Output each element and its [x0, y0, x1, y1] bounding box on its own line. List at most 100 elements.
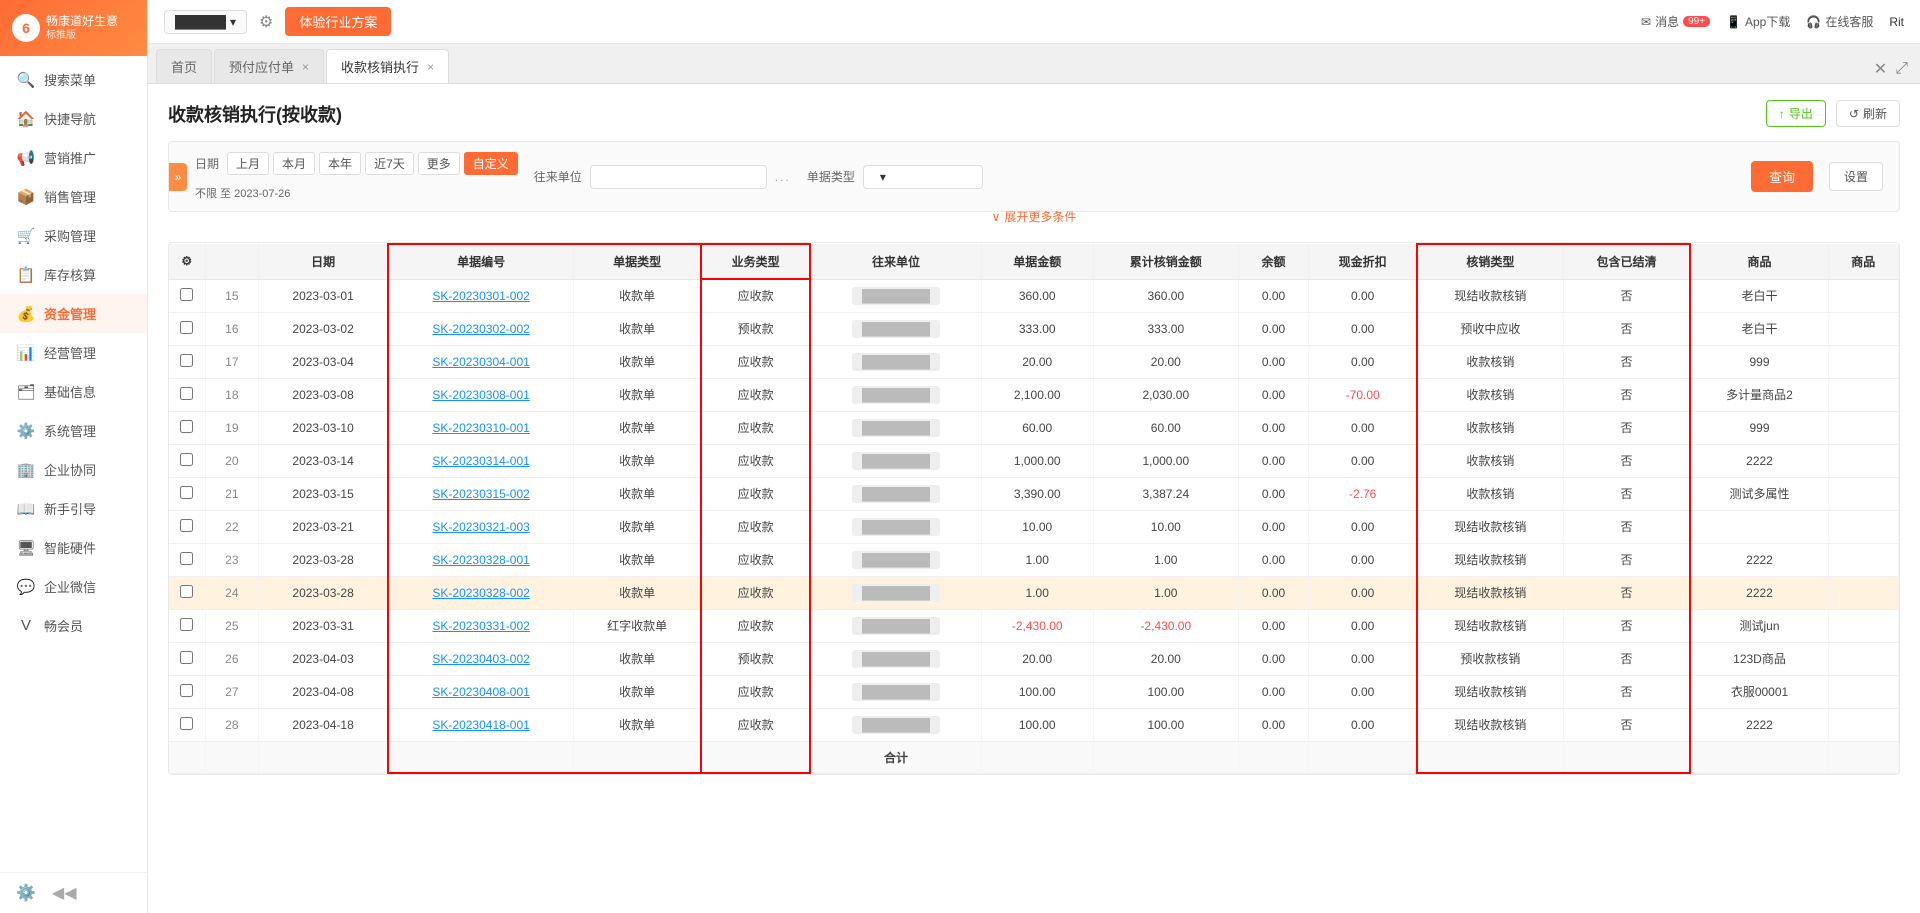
cell-select[interactable] — [169, 444, 205, 477]
sidebar-item-system[interactable]: ⚙️系统管理 — [0, 411, 147, 450]
app-download-action[interactable]: 📱 App下载 — [1726, 13, 1790, 30]
sidebar-item-marketing[interactable]: 📢营销推广 — [0, 138, 147, 177]
sidebar: 6 畅康道好生意 标推版 🔍搜索菜单🏠快捷导航📢营销推广📦销售管理🛒采购管理📋库… — [0, 0, 148, 913]
tabbar: 首页预付应付单×收款核销执行× ✕ ⤢ — [148, 44, 1920, 84]
date-more[interactable]: 更多 — [418, 152, 460, 175]
sidebar-item-sales[interactable]: 📦销售管理 — [0, 177, 147, 216]
cell-select[interactable] — [169, 510, 205, 543]
filter-settings-button[interactable]: 设置 — [1829, 162, 1883, 191]
enterprise-icon: 🏢 — [16, 461, 36, 479]
table-row: 252023-03-31SK-20230331-002红字收款单应收款█████… — [169, 609, 1899, 642]
sidebar-item-quick-nav[interactable]: 🏠快捷导航 — [0, 99, 147, 138]
filter-expand-button[interactable]: » — [169, 163, 187, 191]
sidebar-item-operation[interactable]: 📊经营管理 — [0, 333, 147, 372]
cell-select[interactable] — [169, 609, 205, 642]
expand-more-btn[interactable]: ∨ 展开更多条件 — [169, 208, 1899, 225]
cell-select[interactable] — [169, 411, 205, 444]
cell-include-settled: 否 — [1563, 609, 1690, 642]
cell-select[interactable] — [169, 576, 205, 609]
cell-no — [205, 741, 259, 773]
sidebar-item-basic[interactable]: 🗂基础信息 — [0, 372, 147, 411]
cell-partner: ████████ — [810, 477, 981, 510]
sidebar-item-guide[interactable]: 📖新手引导 — [0, 489, 147, 528]
cell-doc-no: SK-20230304-001 — [388, 345, 574, 378]
cell-no: 20 — [205, 444, 259, 477]
cell-balance: 0.00 — [1238, 444, 1308, 477]
cell-partner: ████████ — [810, 510, 981, 543]
settings-icon[interactable]: ⚙️ — [16, 883, 36, 903]
cell-select[interactable] — [169, 741, 205, 773]
sidebar-item-hardware[interactable]: 🖥智能硬件 — [0, 528, 147, 567]
app-logo-icon: 6 — [12, 14, 40, 42]
cell-goods2 — [1828, 642, 1898, 675]
cell-goods: 999 — [1690, 345, 1828, 378]
tab-prepay[interactable]: 预付应付单× — [214, 49, 324, 83]
refresh-button[interactable]: ↺ 刷新 — [1836, 100, 1900, 127]
cell-cash-discount — [1309, 741, 1418, 773]
cell-select[interactable] — [169, 312, 205, 345]
col-doc-no: 单据编号 — [388, 244, 574, 279]
date-custom[interactable]: 自定义 — [464, 152, 518, 175]
partner-input[interactable] — [590, 165, 767, 189]
col-biz-type: 业务类型 — [701, 244, 810, 279]
cell-biz-type: 预收款 — [701, 312, 810, 345]
page-inner: 收款核销执行(按收款) ↑ 导出 ↺ 刷新 » — [148, 84, 1920, 913]
date-last-7-days[interactable]: 近7天 — [365, 152, 414, 175]
sidebar-item-wechat[interactable]: 💬企业微信 — [0, 567, 147, 606]
cell-balance: 0.00 — [1238, 642, 1308, 675]
cell-select[interactable] — [169, 708, 205, 741]
tab-expand-icon[interactable]: ⤢ — [1895, 60, 1908, 78]
industry-btn[interactable]: 体验行业方案 — [285, 7, 391, 36]
date-this-month[interactable]: 本月 — [273, 152, 315, 175]
sidebar-item-label: 采购管理 — [44, 226, 96, 245]
cell-doc-type: 收款单 — [574, 543, 701, 576]
cell-select[interactable] — [169, 345, 205, 378]
date-this-year[interactable]: 本年 — [319, 152, 361, 175]
cell-select[interactable] — [169, 378, 205, 411]
doctype-select[interactable]: ▾ — [863, 165, 983, 189]
tab-collect-cancel[interactable]: 收款核销执行× — [326, 49, 449, 83]
cell-doc-no: SK-20230418-001 — [388, 708, 574, 741]
cell-doc-type: 收款单 — [574, 312, 701, 345]
online-service-action[interactable]: 🎧 在线客服 — [1806, 13, 1873, 30]
cell-date: 2023-03-31 — [259, 609, 388, 642]
sidebar-nav: 🔍搜索菜单🏠快捷导航📢营销推广📦销售管理🛒采购管理📋库存核算💰资金管理📊经营管理… — [0, 56, 147, 872]
cell-select[interactable] — [169, 279, 205, 312]
cell-doc-amount: 60.00 — [981, 411, 1093, 444]
tab-close-icon[interactable]: ✕ — [1874, 59, 1887, 79]
export-button[interactable]: ↑ 导出 — [1766, 100, 1826, 127]
col-include-settled: 包含已结清 — [1563, 244, 1690, 279]
tab-close-btn[interactable]: × — [427, 60, 434, 74]
sidebar-item-inventory[interactable]: 📋库存核算 — [0, 255, 147, 294]
date-last-month[interactable]: 上月 — [227, 152, 269, 175]
cell-cash-discount: 0.00 — [1309, 708, 1418, 741]
cell-doc-no: SK-20230328-002 — [388, 576, 574, 609]
cell-balance: 0.00 — [1238, 411, 1308, 444]
tab-close-btn[interactable]: × — [302, 60, 309, 74]
collapse-icon[interactable]: ◀◀ — [52, 883, 77, 903]
query-button[interactable]: 查询 — [1751, 161, 1813, 192]
cell-select[interactable] — [169, 477, 205, 510]
sidebar-item-search[interactable]: 🔍搜索菜单 — [0, 60, 147, 99]
settings-gear-icon[interactable]: ⚙ — [259, 12, 273, 32]
sidebar-item-label: 企业微信 — [44, 577, 96, 596]
chevron-down-icon: ▾ — [880, 170, 886, 184]
tab-home[interactable]: 首页 — [156, 49, 212, 83]
sidebar-item-finance[interactable]: 💰资金管理 — [0, 294, 147, 333]
message-action[interactable]: ✉ 消息 99+ — [1641, 13, 1710, 30]
sidebar-item-enterprise[interactable]: 🏢企业协同 — [0, 450, 147, 489]
cell-select[interactable] — [169, 642, 205, 675]
cell-cancel-type: 现结收款核销 — [1417, 543, 1563, 576]
user-name[interactable]: Rit — [1889, 15, 1904, 29]
cell-no: 16 — [205, 312, 259, 345]
cell-select[interactable] — [169, 675, 205, 708]
sidebar-item-purchase[interactable]: 🛒采购管理 — [0, 216, 147, 255]
col-settings[interactable]: ⚙ — [169, 244, 205, 279]
sidebar-item-member[interactable]: V畅会员 — [0, 606, 147, 645]
cell-select[interactable] — [169, 543, 205, 576]
marketing-icon: 📢 — [16, 149, 36, 167]
cell-cumulative: 60.00 — [1093, 411, 1238, 444]
cell-cancel-type: 现结收款核销 — [1417, 576, 1563, 609]
refresh-icon: ↺ — [1849, 107, 1859, 121]
account-dropdown[interactable]: ██████ ▾ — [164, 10, 247, 34]
